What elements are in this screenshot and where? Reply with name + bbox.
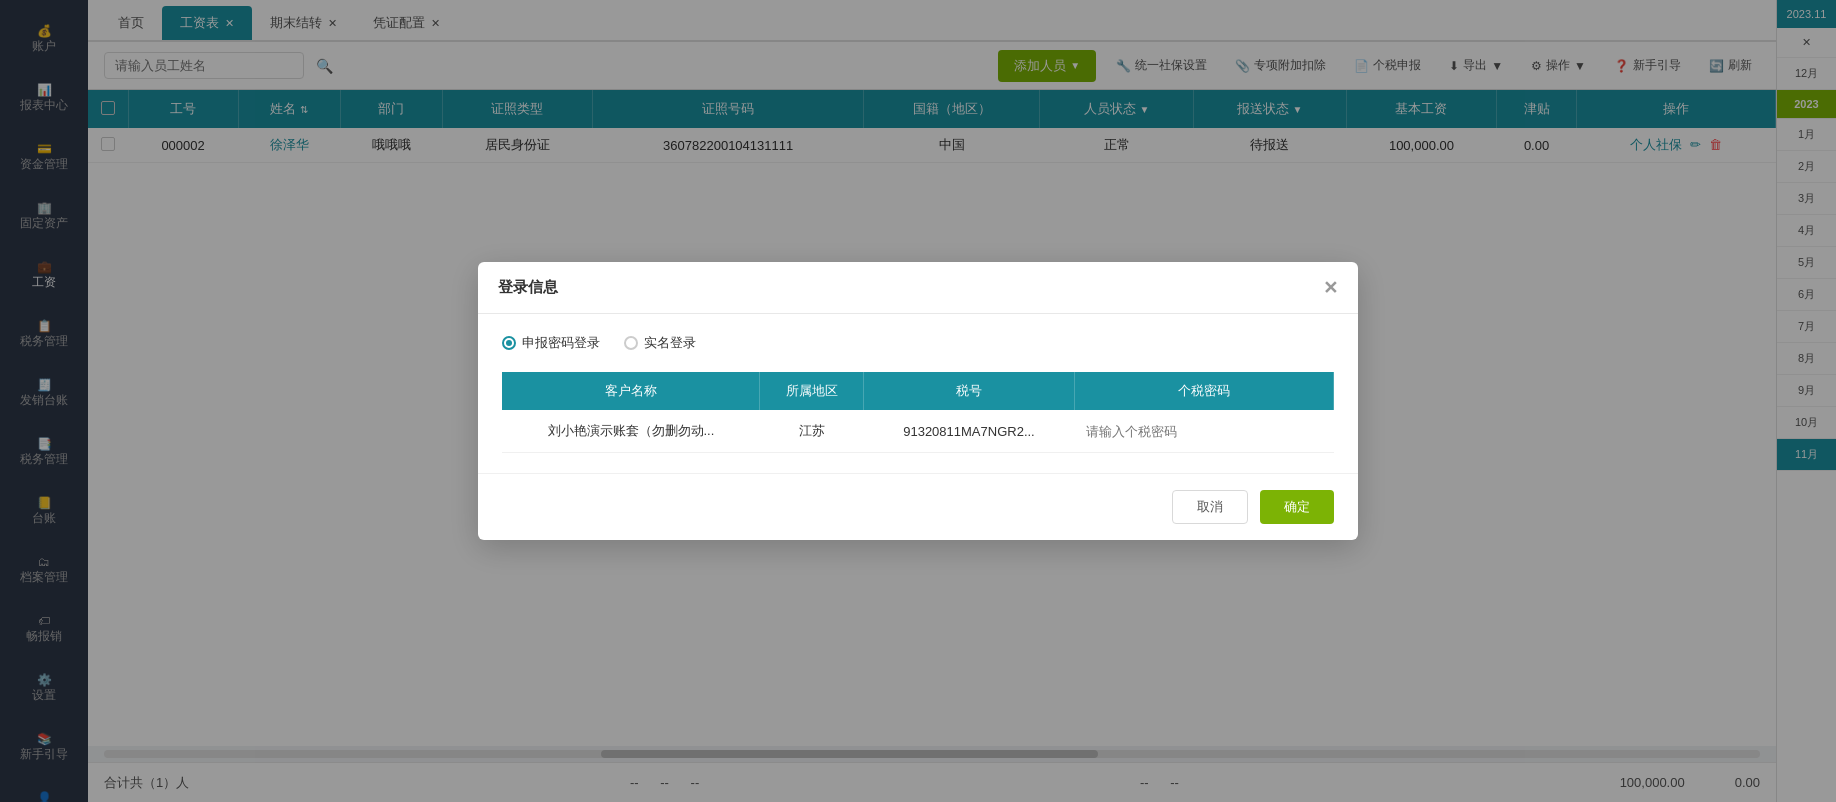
col-region: 所属地区	[760, 372, 864, 410]
login-type-radio-group: 申报密码登录 实名登录	[502, 334, 1334, 352]
dialog-close-icon[interactable]: ✕	[1323, 279, 1338, 297]
col-tax-no: 税号	[864, 372, 1074, 410]
login-dialog: 登录信息 ✕ 申报密码登录 实名登录 客户名称 所属	[478, 262, 1358, 540]
radio-realname-icon	[624, 336, 638, 350]
login-info-row: 刘小艳演示账套（勿删勿动... 江苏 91320811MA7NGR2...	[502, 410, 1334, 453]
cell-tax-password[interactable]	[1074, 410, 1333, 453]
dialog-overlay: 登录信息 ✕ 申报密码登录 实名登录 客户名称 所属	[0, 0, 1836, 802]
login-option-password[interactable]: 申报密码登录	[502, 334, 600, 352]
col-client-name: 客户名称	[502, 372, 760, 410]
confirm-button[interactable]: 确定	[1260, 490, 1334, 524]
dialog-footer: 取消 确定	[478, 473, 1358, 540]
dialog-body: 申报密码登录 实名登录 客户名称 所属地区 税号 个税密码	[478, 314, 1358, 473]
cell-client-name: 刘小艳演示账套（勿删勿动...	[502, 410, 760, 453]
cancel-button[interactable]: 取消	[1172, 490, 1248, 524]
radio-password-icon	[502, 336, 516, 350]
dialog-header: 登录信息 ✕	[478, 262, 1358, 314]
cell-tax-no: 91320811MA7NGR2...	[864, 410, 1074, 453]
col-tax-password: 个税密码	[1074, 372, 1333, 410]
login-info-table: 客户名称 所属地区 税号 个税密码 刘小艳演示账套（勿删勿动... 江苏 913…	[502, 372, 1334, 453]
dialog-title: 登录信息	[498, 278, 558, 297]
tax-password-input[interactable]	[1086, 424, 1321, 439]
cell-region: 江苏	[760, 410, 864, 453]
login-option-realname[interactable]: 实名登录	[624, 334, 696, 352]
